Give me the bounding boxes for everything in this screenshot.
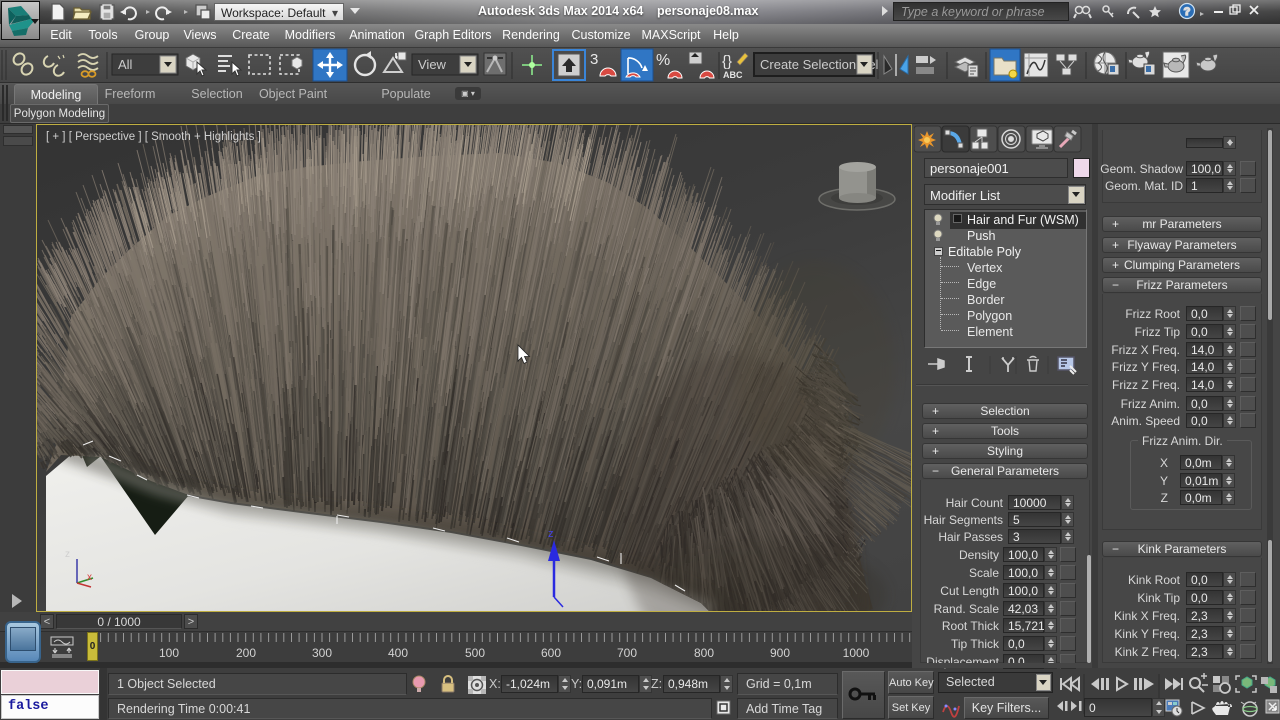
svg-text:View: View [418, 57, 447, 72]
svg-text:900: 900 [770, 646, 790, 660]
svg-text:All: All [118, 57, 133, 72]
svg-text:x: x [87, 572, 92, 583]
svg-text:%: % [656, 52, 670, 69]
svg-text:500: 500 [465, 646, 485, 660]
svg-text:100: 100 [159, 646, 179, 660]
svg-text:600: 600 [541, 646, 561, 660]
svg-text:1000: 1000 [843, 646, 870, 660]
svg-text:700: 700 [617, 646, 637, 660]
svg-text:300: 300 [312, 646, 332, 660]
svg-text:400: 400 [388, 646, 408, 660]
svg-text:{}: {} [722, 53, 732, 70]
svg-text:z: z [548, 528, 554, 540]
svg-text:200: 200 [236, 646, 256, 660]
svg-text:3: 3 [590, 51, 598, 68]
svg-text:?: ? [1184, 6, 1191, 18]
svg-text:ABC: ABC [723, 70, 743, 80]
svg-text:z: z [65, 549, 70, 560]
svg-text:800: 800 [694, 646, 714, 660]
